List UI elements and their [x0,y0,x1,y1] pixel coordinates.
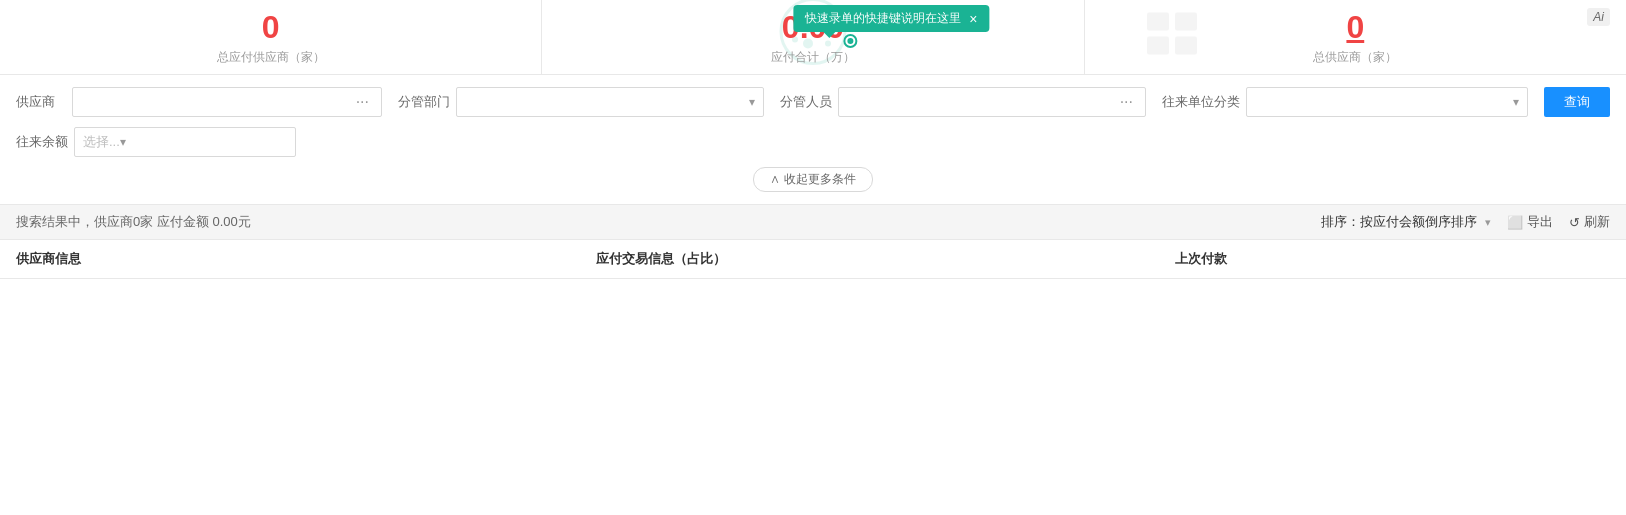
column-header-transaction-info: 应付交易信息（占比） [596,250,1176,268]
supplier-dots[interactable]: ··· [352,93,373,111]
unit-category-input[interactable] [1255,95,1513,110]
unit-category-chevron: ▾ [1513,95,1519,109]
table-header: 供应商信息 应付交易信息（占比） 上次付款 [0,240,1626,279]
filter-balance: 往来余额 选择... ▾ [16,127,296,157]
manager-dots[interactable]: ··· [1116,93,1137,111]
stat-total-suppliers: 0 总供应商（家） Ai [1085,0,1626,74]
svg-rect-8 [1147,37,1169,55]
export-button[interactable]: ⬜ 导出 [1507,213,1553,231]
refresh-button[interactable]: ↺ 刷新 [1569,213,1610,231]
filter-row-1: 供应商 ··· 分管部门 ▾ 分管人员 ··· 往来单位分类 [16,87,1610,117]
stat-total-payable-suppliers: 0 总应付供应商（家） [0,0,542,74]
ai-badge[interactable]: Ai [1587,8,1610,26]
export-icon: ⬜ [1507,215,1523,230]
tooltip-close-button[interactable]: × [969,12,977,26]
svg-rect-9 [1175,37,1197,55]
unit-category-select-wrapper[interactable]: ▾ [1246,87,1528,117]
supplier-input[interactable] [81,95,352,110]
filters-section: 供应商 ··· 分管部门 ▾ 分管人员 ··· 往来单位分类 [0,75,1626,205]
balance-label: 往来余额 [16,133,68,151]
collapse-button[interactable]: ∧ 收起更多条件 [753,167,872,192]
stat-label-total-suppliers: 总供应商（家） [1313,49,1397,66]
export-label: 导出 [1527,213,1553,231]
filter-manager: 分管人员 ··· [780,87,1146,117]
stat-label-payable-total: 应付合计（万） [771,49,855,66]
results-actions: 排序：按应付会额倒序排序 ▾ ⬜ 导出 ↺ 刷新 [1321,213,1610,231]
department-select-wrapper[interactable]: ▾ [456,87,764,117]
tooltip-bubble: 快速录单的快捷键说明在这里 × [793,5,989,32]
department-label: 分管部门 [398,93,450,111]
supplier-input-wrapper[interactable]: ··· [72,87,382,117]
column-header-supplier-info: 供应商信息 [16,250,596,268]
tooltip-text: 快速录单的快捷键说明在这里 [805,10,961,27]
refresh-label: 刷新 [1584,213,1610,231]
manager-label: 分管人员 [780,93,832,111]
manager-input[interactable] [847,95,1116,110]
sort-chevron-icon: ▾ [1485,216,1491,229]
balance-select-wrapper[interactable]: 选择... ▾ [74,127,296,157]
balance-placeholder: 选择... [83,133,120,151]
svg-rect-6 [1147,13,1169,31]
supplier-label: 供应商 [16,93,66,111]
sort-label: 排序：按应付会额倒序排序 [1321,213,1477,231]
filter-row-2: 往来余额 选择... ▾ [16,127,1610,157]
tooltip-indicator [845,36,855,46]
column-header-last-payment: 上次付款 [1175,250,1610,268]
stat-number-total-suppliers: 0 [1346,8,1364,46]
department-chevron: ▾ [749,95,755,109]
stat-number-payable-suppliers: 0 [262,8,280,46]
table-body [0,279,1626,515]
balance-chevron: ▾ [120,135,126,149]
results-bar: 搜索结果中，供应商0家 应付金额 0.00元 排序：按应付会额倒序排序 ▾ ⬜ … [0,205,1626,240]
collapse-row: ∧ 收起更多条件 [16,167,1610,192]
sort-select[interactable]: 排序：按应付会额倒序排序 ▾ [1321,213,1491,231]
unit-category-label: 往来单位分类 [1162,93,1240,111]
department-input[interactable] [465,95,749,110]
manager-input-wrapper[interactable]: ··· [838,87,1146,117]
filter-department: 分管部门 ▾ [398,87,764,117]
refresh-icon: ↺ [1569,215,1580,230]
filter-supplier: 供应商 ··· [16,87,382,117]
filter-unit-category: 往来单位分类 ▾ [1162,87,1528,117]
svg-rect-7 [1175,13,1197,31]
stat-label-payable-suppliers: 总应付供应商（家） [217,49,325,66]
stats-bar: 0 总应付供应商（家） 0.00 应付合计（万） 快速录单的快捷键说明在这里 × [0,0,1626,75]
query-button[interactable]: 查询 [1544,87,1610,117]
results-summary: 搜索结果中，供应商0家 应付金额 0.00元 [16,213,251,231]
stat-payable-total: 0.00 应付合计（万） 快速录单的快捷键说明在这里 × [542,0,1084,74]
